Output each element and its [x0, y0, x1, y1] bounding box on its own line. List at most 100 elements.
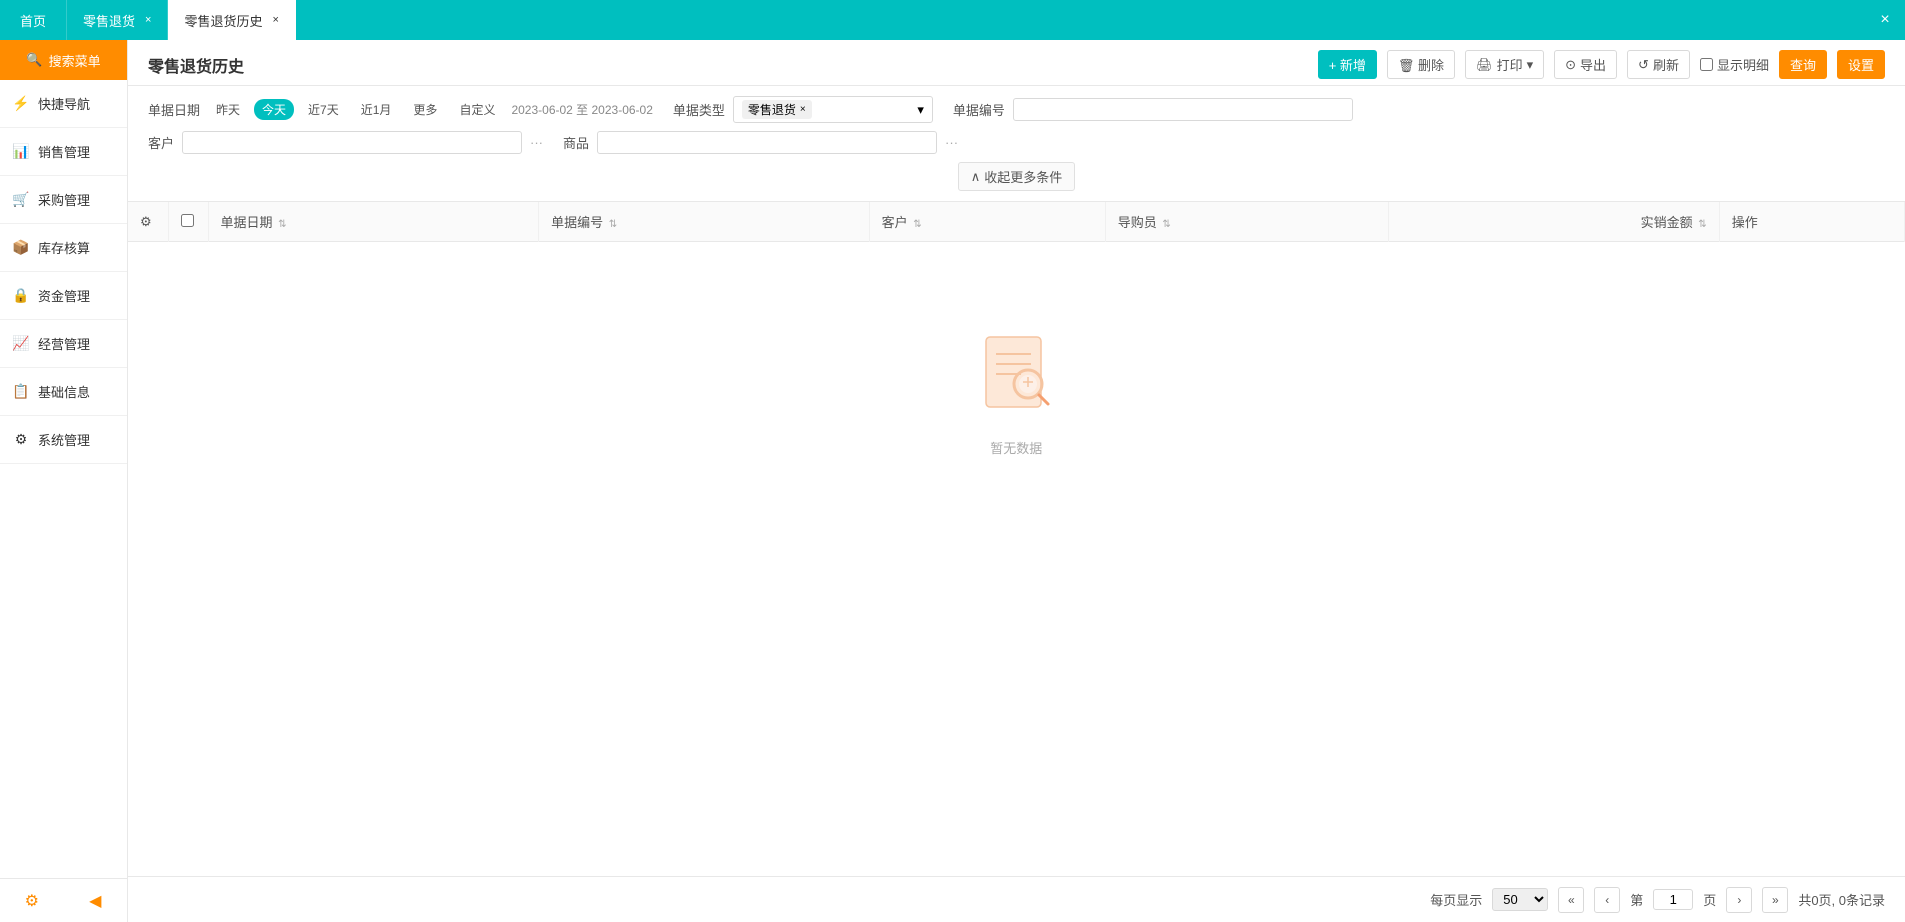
- customer-input[interactable]: [182, 131, 522, 154]
- refresh-button[interactable]: ↺ 刷新: [1627, 50, 1690, 79]
- refresh-label: 刷新: [1653, 55, 1679, 74]
- tab-home[interactable]: 首页: [0, 0, 67, 40]
- date-btn-7days[interactable]: 近7天: [300, 99, 347, 120]
- sidebar-item-inventory[interactable]: 📦 库存核算: [0, 224, 127, 272]
- sidebar-item-system[interactable]: ⚙ 系统管理: [0, 416, 127, 464]
- th-customer-label: 客户: [882, 215, 908, 230]
- export-icon: ⊙: [1565, 57, 1576, 73]
- sidebar-item-system-label: 系统管理: [38, 430, 90, 449]
- goods-dots-icon[interactable]: ···: [945, 135, 958, 150]
- page-number-input[interactable]: [1653, 889, 1693, 910]
- first-page-button[interactable]: «: [1558, 887, 1584, 913]
- sidebar-collapse-button[interactable]: ◀: [79, 885, 111, 917]
- empty-text: 暂无数据: [990, 438, 1042, 457]
- collapse-icon: ∧: [971, 169, 981, 185]
- per-page-select[interactable]: 10 20 50 100: [1492, 888, 1548, 911]
- tab-home-label: 首页: [20, 11, 46, 30]
- system-icon: ⚙: [12, 431, 30, 449]
- sidebar-item-sales[interactable]: 📊 销售管理: [0, 128, 127, 176]
- sales-icon: 📊: [12, 143, 30, 161]
- table-area: ⚙ 单据日期 ⇅ 单据编号 ⇅: [128, 202, 1905, 876]
- filter-area: 单据日期 昨天 今天 近7天 近1月 更多 自定义 2023-06-02 至 2…: [128, 86, 1905, 202]
- type-tag: 零售退货 ×: [742, 100, 812, 119]
- last-page-button[interactable]: »: [1762, 887, 1788, 913]
- page-title: 零售退货历史: [148, 53, 244, 77]
- date-btn-yesterday[interactable]: 昨天: [208, 99, 248, 120]
- empty-state-illustration: [966, 322, 1066, 422]
- type-select[interactable]: 零售退货 × ▾: [733, 96, 933, 123]
- settings-icon[interactable]: ⚙: [140, 214, 152, 229]
- sidebar-item-purchase-label: 采购管理: [38, 190, 90, 209]
- tab-retail-return-history-label: 零售退货历史: [184, 11, 262, 30]
- empty-state: 暂无数据: [128, 242, 1905, 537]
- tab-retail-return-history[interactable]: 零售退货历史 ×: [168, 0, 295, 40]
- number-sort-icon[interactable]: ⇅: [609, 219, 617, 230]
- th-action: 操作: [1719, 202, 1904, 242]
- toolbar: + 新增 🗑 删除 🖨 打印 ▾ ⊙ 导出 ↺ 刷新 显示明细: [1318, 50, 1885, 79]
- inventory-icon: 📦: [12, 239, 30, 257]
- tab-retail-return[interactable]: 零售退货 ×: [67, 0, 168, 40]
- new-button[interactable]: + 新增: [1318, 50, 1377, 79]
- print-arrow-icon: ▾: [1527, 57, 1534, 73]
- page-header: 零售退货历史 + 新增 🗑 删除 🖨 打印 ▾ ⊙ 导出 ↺ 刷新: [128, 40, 1905, 86]
- sidebar-item-sales-label: 销售管理: [38, 142, 90, 161]
- sidebar-item-operations[interactable]: 📈 经营管理: [0, 320, 127, 368]
- th-settings: ⚙: [128, 202, 168, 242]
- prev-page-button[interactable]: ‹: [1594, 887, 1620, 913]
- goods-filter: 商品 ···: [563, 131, 958, 154]
- sidebar-item-finance-label: 资金管理: [38, 286, 90, 305]
- tab-retail-return-history-close[interactable]: ×: [272, 14, 278, 26]
- date-filter: 单据日期 昨天 今天 近7天 近1月 更多 自定义 2023-06-02 至 2…: [148, 99, 653, 120]
- query-button[interactable]: 查询: [1779, 50, 1827, 79]
- sidebar-item-quick-nav[interactable]: ⚡ 快捷导航: [0, 80, 127, 128]
- sidebar-item-inventory-label: 库存核算: [38, 238, 90, 257]
- th-date: 单据日期 ⇅: [208, 202, 539, 242]
- show-detail-checkbox[interactable]: [1700, 58, 1713, 71]
- number-input[interactable]: [1013, 98, 1353, 121]
- sidebar-item-operations-label: 经营管理: [38, 334, 90, 353]
- export-label: 导出: [1580, 55, 1606, 74]
- th-guide: 导购员 ⇅: [1105, 202, 1388, 242]
- type-filter: 单据类型 零售退货 × ▾: [673, 96, 933, 123]
- delete-button[interactable]: 🗑 删除: [1387, 50, 1455, 79]
- type-filter-label: 单据类型: [673, 100, 725, 119]
- quick-nav-icon: ⚡: [12, 95, 30, 113]
- export-button[interactable]: ⊙ 导出: [1554, 50, 1617, 79]
- settings-button[interactable]: 设置: [1837, 50, 1885, 79]
- sidebar-search-label: 搜索菜单: [49, 51, 101, 70]
- sidebar-search-button[interactable]: 🔍 搜索菜单: [0, 40, 127, 80]
- content-area: 零售退货历史 + 新增 🗑 删除 🖨 打印 ▾ ⊙ 导出 ↺ 刷新: [128, 40, 1905, 922]
- sidebar-item-purchase[interactable]: 🛒 采购管理: [0, 176, 127, 224]
- customer-sort-icon[interactable]: ⇅: [913, 219, 921, 230]
- date-sort-icon[interactable]: ⇅: [278, 219, 286, 230]
- filter-row-1: 单据日期 昨天 今天 近7天 近1月 更多 自定义 2023-06-02 至 2…: [148, 96, 1885, 123]
- collapse-filter-button[interactable]: ∧ 收起更多条件: [958, 162, 1076, 191]
- tab-retail-return-close[interactable]: ×: [145, 14, 151, 26]
- guide-sort-icon[interactable]: ⇅: [1162, 219, 1170, 230]
- sidebar-item-basic-info[interactable]: 📋 基础信息: [0, 368, 127, 416]
- number-filter-label: 单据编号: [953, 100, 1005, 119]
- next-page-button[interactable]: ›: [1726, 887, 1752, 913]
- window-close-button[interactable]: ×: [1865, 0, 1905, 40]
- page-unit: 页: [1703, 890, 1716, 909]
- total-records: 共0页, 0条记录: [1798, 890, 1885, 909]
- amount-sort-icon[interactable]: ⇅: [1698, 219, 1706, 230]
- th-guide-label: 导购员: [1118, 215, 1157, 230]
- print-label: 打印: [1497, 55, 1523, 74]
- show-detail-checkbox-label[interactable]: 显示明细: [1700, 55, 1769, 74]
- type-tag-close-icon[interactable]: ×: [800, 104, 806, 115]
- date-btn-more[interactable]: 更多: [405, 99, 445, 120]
- print-button[interactable]: 🖨 打印 ▾: [1465, 50, 1544, 79]
- pagination: 每页显示 10 20 50 100 « ‹ 第 页 › » 共0页, 0条记录: [128, 876, 1905, 922]
- sidebar-item-finance[interactable]: 🔒 资金管理: [0, 272, 127, 320]
- select-all-checkbox[interactable]: [181, 214, 194, 227]
- customer-dots-icon[interactable]: ···: [530, 135, 543, 150]
- sidebar-settings-button[interactable]: ⚙: [16, 885, 48, 917]
- date-btn-1month[interactable]: 近1月: [353, 99, 400, 120]
- date-btn-today[interactable]: 今天: [254, 99, 294, 120]
- main-layout: 🔍 搜索菜单 ⚡ 快捷导航 📊 销售管理 🛒 采购管理 📦 库存核算 🔒: [0, 40, 1905, 922]
- table-header-row: ⚙ 单据日期 ⇅ 单据编号 ⇅: [128, 202, 1905, 242]
- th-action-label: 操作: [1732, 215, 1758, 230]
- goods-input[interactable]: [597, 131, 937, 154]
- date-btn-custom[interactable]: 自定义: [451, 99, 503, 120]
